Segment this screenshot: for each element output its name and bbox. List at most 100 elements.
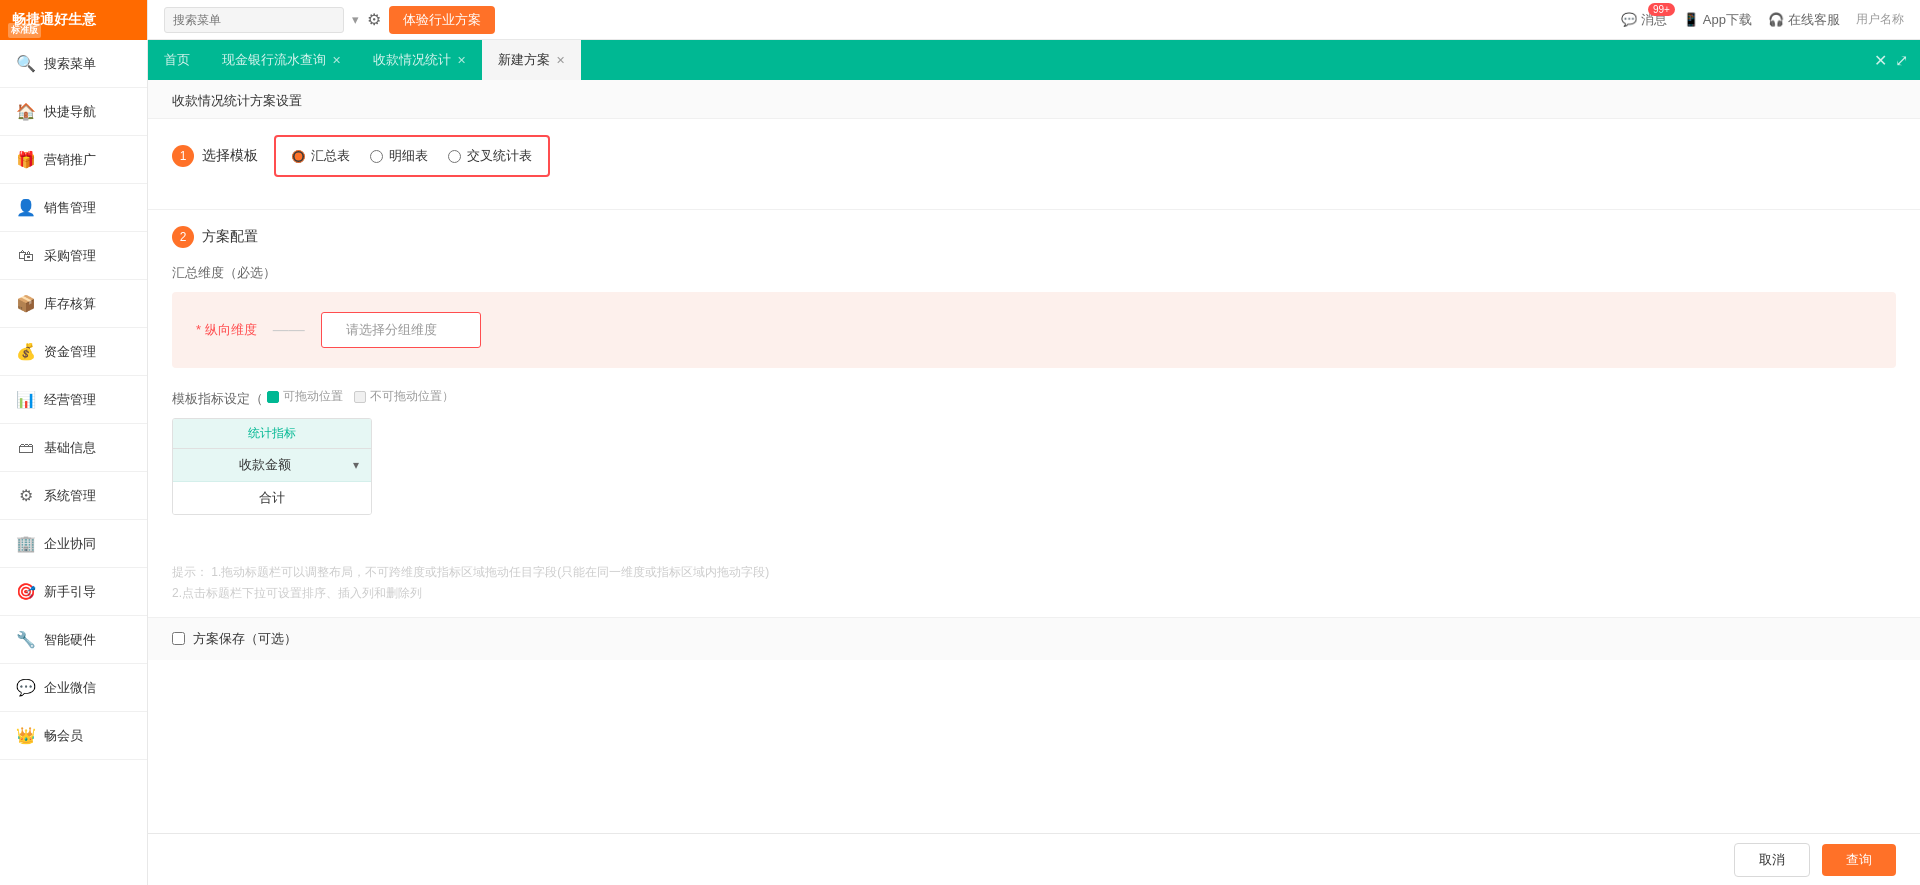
step1-header: 1 选择模板 汇总表 明细表 交叉统计表	[172, 135, 1896, 177]
search-menu-icon: 🔍	[16, 54, 36, 74]
sidebar-label-member: 畅会员	[44, 727, 83, 745]
sidebar-label-quick-nav: 快捷导航	[44, 103, 96, 121]
quick-nav-icon: 🏠	[16, 102, 36, 122]
sidebar-item-sales[interactable]: 👤 销售管理	[0, 184, 147, 232]
radio-item-summary[interactable]: 汇总表	[292, 147, 350, 165]
sidebar-item-wechat[interactable]: 💬 企业微信	[0, 664, 147, 712]
sidebar-item-inventory[interactable]: 📦 库存核算	[0, 280, 147, 328]
tab-new-plan[interactable]: 新建方案✕	[482, 40, 581, 80]
sidebar: 畅捷通好生意 标准版 🔍 搜索菜单 🏠 快捷导航 🎁 营销推广 👤 销售管理 🛍…	[0, 0, 148, 885]
metrics-table-row: 收款金额 ▾	[173, 449, 371, 482]
sidebar-item-marketing[interactable]: 🎁 营销推广	[0, 136, 147, 184]
close-window-icon[interactable]: ✕	[1874, 51, 1887, 70]
non-draggable-indicator	[354, 391, 366, 403]
sidebar-item-quick-nav[interactable]: 🏠 快捷导航	[0, 88, 147, 136]
dimension-select-placeholder: 请选择分组维度	[346, 322, 437, 337]
sidebar-label-operations: 经营管理	[44, 391, 96, 409]
section-template: 1 选择模板 汇总表 明细表 交叉统计表	[148, 119, 1920, 209]
save-checkbox[interactable]	[172, 632, 185, 645]
radio-detail[interactable]	[370, 150, 383, 163]
service-label: 在线客服	[1788, 11, 1840, 29]
sidebar-item-capital[interactable]: 💰 资金管理	[0, 328, 147, 376]
bottom-bar: 取消 查询	[148, 833, 1920, 885]
service-wrap[interactable]: 🎧 在线客服	[1768, 11, 1840, 29]
radio-cross[interactable]	[448, 150, 461, 163]
tip-line-1: 提示： 1.拖动标题栏可以调整布局，不可跨维度或指标区域拖动任目字段(只能在同一…	[172, 562, 1896, 584]
wechat-icon: 💬	[16, 678, 36, 698]
cancel-button[interactable]: 取消	[1734, 843, 1810, 877]
topbar: ▾ ⚙ 体验行业方案 💬 消息 99+ 📱 App下载 🎧 在线客服 用户名称	[148, 0, 1920, 40]
radio-group: 汇总表 明细表 交叉统计表	[292, 147, 532, 165]
page-title: 收款情况统计方案设置	[172, 93, 302, 108]
radio-label-cross: 交叉统计表	[467, 147, 532, 165]
search-input[interactable]	[164, 7, 344, 33]
sidebar-item-member[interactable]: 👑 畅会员	[0, 712, 147, 760]
tab-bank-flow[interactable]: 现金银行流水查询✕	[206, 40, 357, 80]
sidebar-label-capital: 资金管理	[44, 343, 96, 361]
tabbar-wrapper: 首页现金银行流水查询✕收款情况统计✕新建方案✕ ✕ ⤢	[148, 40, 1920, 80]
sidebar-label-enterprise: 企业协同	[44, 535, 96, 553]
page-title-bar: 收款情况统计方案设置	[148, 80, 1920, 119]
topbar-left: ▾ ⚙ 体验行业方案	[164, 6, 495, 34]
purchase-icon: 🛍	[16, 246, 36, 266]
metrics-dropdown-btn[interactable]: ▾	[353, 458, 359, 472]
version-tag: 标准版	[8, 23, 41, 38]
tab-close-new-plan[interactable]: ✕	[556, 55, 565, 66]
radio-summary[interactable]	[292, 150, 305, 163]
metrics-row-label: 收款金额	[185, 456, 345, 474]
message-icon: 💬	[1621, 12, 1637, 27]
sidebar-item-newbie[interactable]: 🎯 新手引导	[0, 568, 147, 616]
required-star: *	[196, 322, 201, 337]
tab-close-bank-flow[interactable]: ✕	[332, 55, 341, 66]
topbar-right: 💬 消息 99+ 📱 App下载 🎧 在线客服 用户名称	[1621, 11, 1904, 29]
main-area: ▾ ⚙ 体验行业方案 💬 消息 99+ 📱 App下载 🎧 在线客服 用户名称 …	[148, 0, 1920, 885]
radio-item-cross[interactable]: 交叉统计表	[448, 147, 532, 165]
save-option-label: 方案保存（可选）	[193, 630, 297, 648]
tab-collection-stat[interactable]: 收款情况统计✕	[357, 40, 482, 80]
tab-close-collection-stat[interactable]: ✕	[457, 55, 466, 66]
sidebar-item-operations[interactable]: 📊 经营管理	[0, 376, 147, 424]
message-badge-wrap[interactable]: 💬 消息 99+	[1621, 11, 1667, 29]
radio-item-detail[interactable]: 明细表	[370, 147, 428, 165]
sidebar-label-basic-info: 基础信息	[44, 439, 96, 457]
enterprise-icon: 🏢	[16, 534, 36, 554]
sidebar-label-search-menu: 搜索菜单	[44, 55, 96, 73]
step1-label: 选择模板	[202, 147, 258, 165]
sidebar-item-system[interactable]: ⚙ 系统管理	[0, 472, 147, 520]
sidebar-item-enterprise[interactable]: 🏢 企业协同	[0, 520, 147, 568]
sidebar-item-basic-info[interactable]: 🗃 基础信息	[0, 424, 147, 472]
metrics-table-header: 统计指标	[173, 419, 371, 449]
sidebar-label-sales: 销售管理	[44, 199, 96, 217]
dimension-select[interactable]: 请选择分组维度	[321, 312, 481, 348]
non-draggable-hint: 不可拖动位置）	[354, 388, 454, 405]
query-button[interactable]: 查询	[1822, 844, 1896, 876]
sidebar-label-newbie: 新手引导	[44, 583, 96, 601]
download-wrap[interactable]: 📱 App下载	[1683, 11, 1752, 29]
system-icon: ⚙	[16, 486, 36, 506]
inventory-icon: 📦	[16, 294, 36, 314]
expand-window-icon[interactable]: ⤢	[1895, 51, 1908, 70]
sidebar-item-purchase[interactable]: 🛍 采购管理	[0, 232, 147, 280]
metrics-section: 模板指标设定（ 可拖动位置 不可拖动位置） 统计指标	[172, 388, 1896, 518]
settings-gear-icon[interactable]: ⚙	[367, 10, 381, 29]
section-config: 2 方案配置 汇总维度（必选） * 纵向维度 —— 请选择分组维度	[148, 209, 1920, 550]
capital-icon: 💰	[16, 342, 36, 362]
sales-icon: 👤	[16, 198, 36, 218]
tab-home[interactable]: 首页	[148, 40, 206, 80]
tabbar-controls: ✕ ⤢	[1862, 40, 1920, 80]
sidebar-label-purchase: 采购管理	[44, 247, 96, 265]
draggable-hint: 可拖动位置	[267, 388, 343, 405]
metrics-label: 模板指标设定（ 可拖动位置 不可拖动位置）	[172, 388, 1896, 408]
sidebar-label-smart-hw: 智能硬件	[44, 631, 96, 649]
industry-btn[interactable]: 体验行业方案	[389, 6, 495, 34]
tips-section: 提示： 1.拖动标题栏可以调整布局，不可跨维度或指标区域拖动任目字段(只能在同一…	[148, 550, 1920, 617]
radio-label-detail: 明细表	[389, 147, 428, 165]
sidebar-item-smart-hw[interactable]: 🔧 智能硬件	[0, 616, 147, 664]
dropdown-arrow-icon[interactable]: ▾	[352, 12, 359, 27]
step2-label: 方案配置	[202, 228, 258, 246]
dimension-row: * 纵向维度 —— 请选择分组维度	[196, 312, 1872, 348]
draggable-indicator	[267, 391, 279, 403]
sidebar-label-system: 系统管理	[44, 487, 96, 505]
sidebar-item-search-menu[interactable]: 🔍 搜索菜单	[0, 40, 147, 88]
download-icon: 📱	[1683, 12, 1699, 27]
